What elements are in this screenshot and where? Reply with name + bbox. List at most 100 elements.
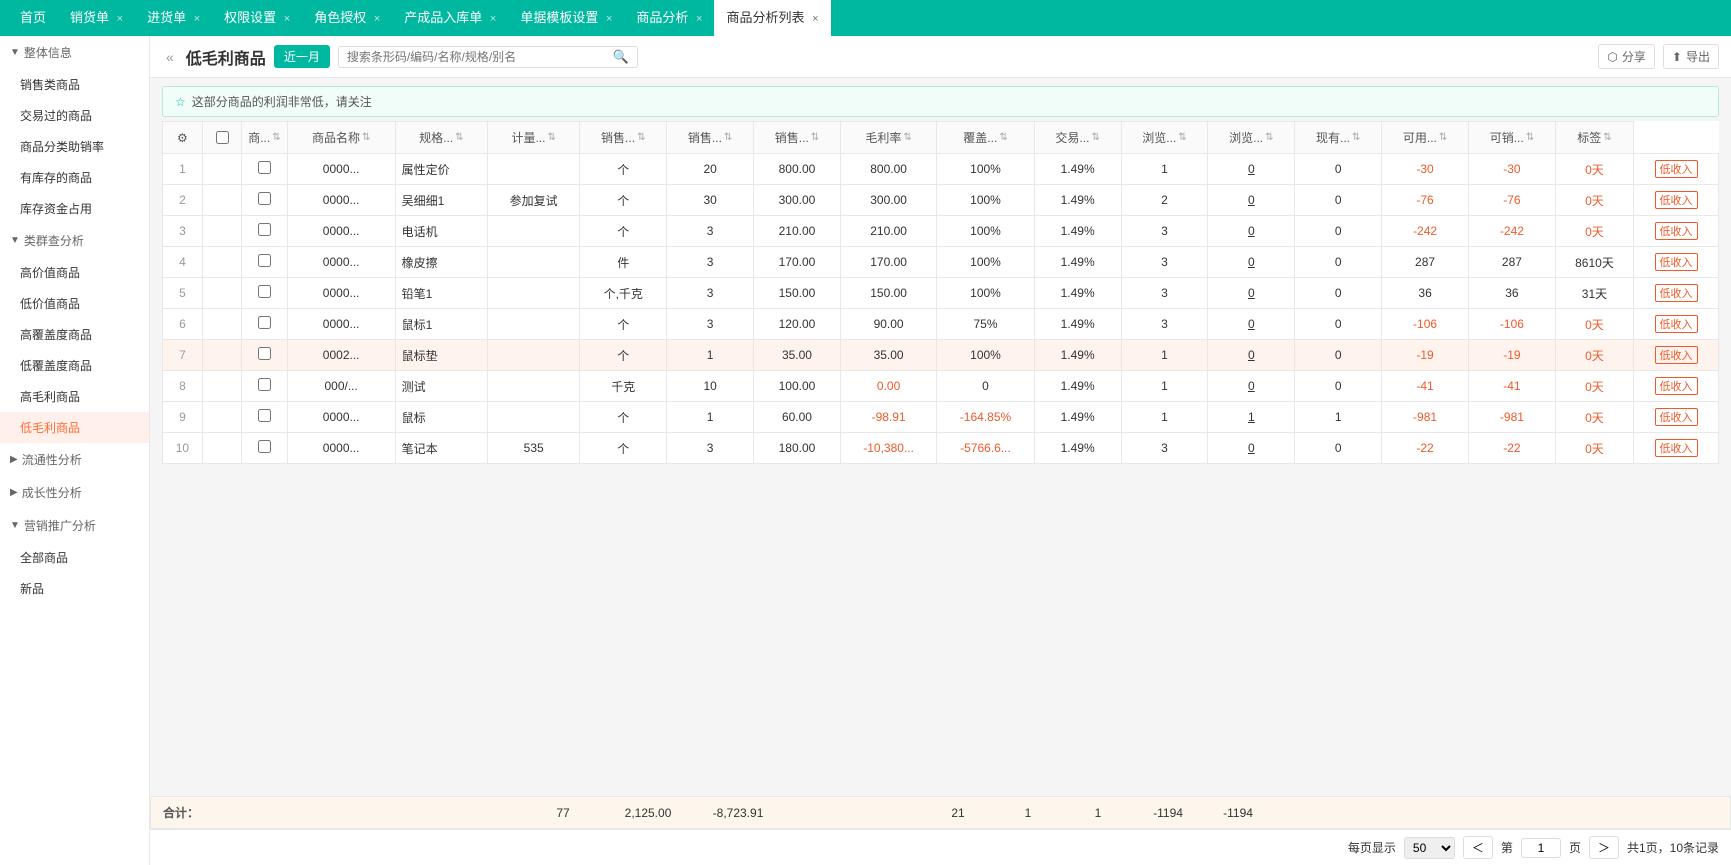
sidebar-group-growth[interactable]: ▶ 成长性分析 xyxy=(0,476,149,509)
th-saleable[interactable]: 可销... ⇅ xyxy=(1469,122,1556,154)
td-checkbox[interactable] xyxy=(242,247,287,278)
next-page-button[interactable]: ＞ xyxy=(1589,836,1619,859)
share-button[interactable]: ⬡ 分享 xyxy=(1598,44,1655,69)
td-view1[interactable]: 0 xyxy=(1208,154,1295,185)
search-input[interactable] xyxy=(347,50,613,64)
nav-permissions[interactable]: 权限设置 × xyxy=(212,0,302,36)
td-view1[interactable]: 0 xyxy=(1208,185,1295,216)
th-unit[interactable]: 计量... ⇅ xyxy=(488,122,580,154)
sidebar-item-all-products[interactable]: 全部商品 xyxy=(0,542,149,573)
th-tag[interactable]: 标签 ⇅ xyxy=(1555,122,1633,154)
th-view2[interactable]: 浏览... ⇅ xyxy=(1208,122,1295,154)
td-row-num: 8 xyxy=(163,371,203,402)
nav-template[interactable]: 单据模板设置 × xyxy=(508,0,624,36)
nav-sales-close[interactable]: × xyxy=(117,13,123,25)
sidebar-group-circulation[interactable]: ▶ 流通性分析 xyxy=(0,443,149,476)
nav-product-entry-close[interactable]: × xyxy=(490,13,496,25)
sidebar-group-cluster[interactable]: ▼ 类群查分析 xyxy=(0,224,149,257)
td-checkbox[interactable] xyxy=(242,340,287,371)
th-trade[interactable]: 交易... ⇅ xyxy=(1034,122,1121,154)
th-code[interactable]: 商... ⇅ xyxy=(242,122,287,154)
row-checkbox[interactable] xyxy=(258,285,271,298)
td-checkbox[interactable] xyxy=(242,185,287,216)
table-body: 1 0000... 属性定价 个 20 800.00 800.00 100% 1… xyxy=(163,154,1719,464)
sidebar-item-low-margin[interactable]: 低毛利商品 xyxy=(0,412,149,443)
row-checkbox[interactable] xyxy=(258,378,271,391)
td-view1[interactable]: 0 xyxy=(1208,278,1295,309)
th-sales-qty[interactable]: 销售... ⇅ xyxy=(580,122,667,154)
td-view1[interactable]: 0 xyxy=(1208,340,1295,371)
th-view1[interactable]: 浏览... ⇅ xyxy=(1121,122,1208,154)
sidebar-item-traded-products[interactable]: 交易过的商品 xyxy=(0,100,149,131)
row-checkbox[interactable] xyxy=(258,347,271,360)
sidebar-group-overall[interactable]: ▼ 整体信息 xyxy=(0,36,149,69)
td-checkbox[interactable] xyxy=(242,402,287,433)
td-checkbox[interactable] xyxy=(242,433,287,464)
td-view1[interactable]: 0 xyxy=(1208,309,1295,340)
row-checkbox[interactable] xyxy=(258,440,271,453)
row-checkbox[interactable] xyxy=(258,192,271,205)
period-button[interactable]: 近一月 xyxy=(274,45,330,68)
th-settings[interactable]: ⚙ xyxy=(163,122,203,154)
th-spec[interactable]: 规格... ⇅ xyxy=(395,122,487,154)
td-name: 鼠标1 xyxy=(395,309,487,340)
nav-roles[interactable]: 角色授权 × xyxy=(302,0,392,36)
row-checkbox[interactable] xyxy=(258,161,271,174)
sidebar-item-high-coverage[interactable]: 高覆盖度商品 xyxy=(0,319,149,350)
td-checkbox[interactable] xyxy=(242,309,287,340)
sidebar-item-new-products[interactable]: 新品 xyxy=(0,573,149,604)
td-checkbox[interactable] xyxy=(242,216,287,247)
sidebar-item-sales-products[interactable]: 销售类商品 xyxy=(0,69,149,100)
td-view1[interactable]: 0 xyxy=(1208,371,1295,402)
table-row: 1 0000... 属性定价 个 20 800.00 800.00 100% 1… xyxy=(163,154,1719,185)
th-available[interactable]: 可用... ⇅ xyxy=(1382,122,1469,154)
td-view1[interactable]: 0 xyxy=(1208,216,1295,247)
nav-analysis-list[interactable]: 商品分析列表 × xyxy=(714,0,830,36)
prev-page-button[interactable]: ＜ xyxy=(1463,836,1493,859)
th-coverage[interactable]: 覆盖... ⇅ xyxy=(937,122,1034,154)
th-current[interactable]: 现有... ⇅ xyxy=(1295,122,1382,154)
nav-template-close[interactable]: × xyxy=(606,13,612,25)
td-unit: 个 xyxy=(580,402,667,433)
sidebar-item-category-rate[interactable]: 商品分类助销率 xyxy=(0,131,149,162)
td-view1[interactable]: 1 xyxy=(1208,402,1295,433)
sidebar-collapse-button[interactable]: « xyxy=(162,49,178,65)
nav-analysis-close[interactable]: × xyxy=(696,13,702,25)
th-name[interactable]: 商品名称 ⇅ xyxy=(287,122,395,154)
sidebar-item-low-coverage[interactable]: 低覆盖度商品 xyxy=(0,350,149,381)
nav-purchase[interactable]: 进货单 × xyxy=(135,0,212,36)
nav-product-entry[interactable]: 产成品入库单 × xyxy=(392,0,508,36)
row-checkbox[interactable] xyxy=(258,223,271,236)
td-checkbox[interactable] xyxy=(242,154,287,185)
nav-analysis-list-close[interactable]: × xyxy=(812,13,818,25)
export-button[interactable]: ⬆ 导出 xyxy=(1663,44,1719,69)
nav-permissions-close[interactable]: × xyxy=(284,13,290,25)
nav-home[interactable]: 首页 xyxy=(8,0,58,36)
sidebar-item-in-stock[interactable]: 有库存的商品 xyxy=(0,162,149,193)
sidebar-item-capital[interactable]: 库存资金占用 xyxy=(0,193,149,224)
th-checkbox[interactable] xyxy=(202,122,241,154)
page-input[interactable] xyxy=(1521,838,1561,858)
th-sales-price[interactable]: 销售... ⇅ xyxy=(667,122,754,154)
sidebar-item-low-value[interactable]: 低价值商品 xyxy=(0,288,149,319)
nav-sales[interactable]: 销货单 × xyxy=(58,0,135,36)
nav-purchase-close[interactable]: × xyxy=(194,13,200,25)
nav-roles-close[interactable]: × xyxy=(374,13,380,25)
td-view1[interactable]: 0 xyxy=(1208,247,1295,278)
per-page-select[interactable]: 50 20 100 xyxy=(1404,837,1455,859)
sidebar-item-high-value[interactable]: 高价值商品 xyxy=(0,257,149,288)
th-gross-rate[interactable]: 毛利率 ⇅ xyxy=(840,122,936,154)
row-checkbox[interactable] xyxy=(258,316,271,329)
row-checkbox[interactable] xyxy=(258,409,271,422)
td-tag: 低收入 xyxy=(1634,309,1719,340)
sidebar-group-marketing[interactable]: ▼ 营销推广分析 xyxy=(0,509,149,542)
td-view1[interactable]: 0 xyxy=(1208,433,1295,464)
td-checkbox[interactable] xyxy=(242,278,287,309)
th-sales-amount[interactable]: 销售... ⇅ xyxy=(754,122,841,154)
td-checkbox[interactable] xyxy=(242,371,287,402)
sidebar-item-high-margin[interactable]: 高毛利商品 xyxy=(0,381,149,412)
row-checkbox[interactable] xyxy=(258,254,271,267)
nav-analysis[interactable]: 商品分析 × xyxy=(624,0,714,36)
table-row: 4 0000... 橡皮擦 件 3 170.00 170.00 100% 1.4… xyxy=(163,247,1719,278)
select-all-checkbox[interactable] xyxy=(216,131,229,144)
